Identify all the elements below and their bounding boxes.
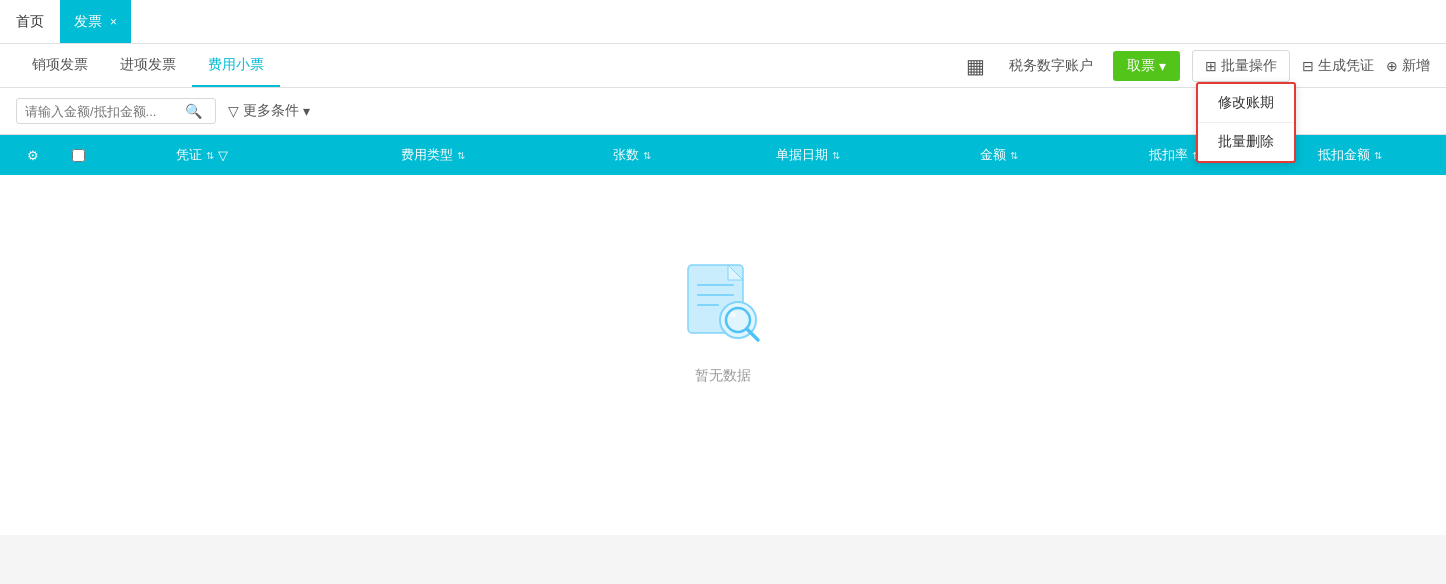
qr-button[interactable]: ▦ [962,50,989,82]
search-icon-button[interactable]: 🔍 [185,103,202,119]
th-date-label: 单据日期 [776,146,828,164]
batch-op-dropdown: 修改账期 批量删除 [1196,82,1296,163]
svg-point-8 [730,312,736,318]
generate-voucher-button[interactable]: ⊟ 生成凭证 [1302,57,1374,75]
batch-op-button[interactable]: ⊞ 批量操作 [1192,50,1290,82]
th-settings: ⚙ [8,148,58,163]
settings-icon: ⚙ [27,148,39,163]
expense-sort-icon[interactable]: ⇅ [457,150,465,161]
th-count-label: 张数 [613,146,639,164]
add-button[interactable]: ⊕ 新增 [1386,57,1430,75]
active-tab[interactable]: 发票 × [60,0,131,43]
main-content: ⚙ 凭证 ⇅ ▽ 费用类型 ⇅ 张数 ⇅ 单据日期 ⇅ 金额 ⇅ 抵扣率 ⇅ [0,135,1446,535]
filter-icon: ▽ [228,103,239,119]
more-conditions-button[interactable]: ▽ 更多条件 ▾ [228,102,310,120]
top-nav: 首页 发票 × [0,0,1446,44]
voucher-filter-icon[interactable]: ▽ [218,148,228,163]
th-rate-label: 抵扣率 [1149,146,1188,164]
th-amount: 金额 ⇅ [912,146,1087,164]
empty-state: 暂无数据 [0,175,1446,425]
generate-label: 生成凭证 [1318,57,1374,75]
batch-delete-item[interactable]: 批量删除 [1198,123,1294,161]
empty-illustration [673,255,773,355]
empty-text: 暂无数据 [695,367,751,385]
th-expense-label: 费用类型 [401,146,453,164]
count-sort-icon[interactable]: ⇅ [643,150,651,161]
qupiao-arrow-icon: ▾ [1159,58,1166,74]
sub-tabs: 销项发票 进项发票 费用小票 [16,44,280,87]
search-input[interactable] [25,104,185,119]
add-icon: ⊕ [1386,58,1398,74]
batch-op-label: 批量操作 [1221,57,1277,75]
home-link[interactable]: 首页 [0,0,60,43]
th-voucher: 凭证 ⇅ ▽ [98,146,305,164]
tab-input[interactable]: 进项发票 [104,44,192,87]
th-amount-label: 金额 [980,146,1006,164]
deduct-sort-icon[interactable]: ⇅ [1374,150,1382,161]
select-all-checkbox[interactable] [72,149,85,162]
action-buttons: ▦ 税务数字账户 取票 ▾ ⊞ 批量操作 ⊟ 生成凭证 ⊕ 新增 [962,50,1430,82]
active-tab-label: 发票 [74,13,102,31]
th-voucher-label: 凭证 [176,146,202,164]
qupiao-button[interactable]: 取票 ▾ [1113,51,1180,81]
tax-account-button[interactable]: 税务数字账户 [1001,53,1101,79]
more-conditions-label: 更多条件 [243,102,299,120]
voucher-sort-icon[interactable]: ⇅ [206,150,214,161]
add-label: 新增 [1402,57,1430,75]
qupiao-label: 取票 [1127,57,1155,75]
close-tab-icon[interactable]: × [110,15,117,29]
tab-sales[interactable]: 销项发票 [16,44,104,87]
amount-sort-icon[interactable]: ⇅ [1010,150,1018,161]
generate-icon: ⊟ [1302,58,1314,74]
th-count: 张数 ⇅ [561,146,705,164]
th-check[interactable] [58,149,98,162]
more-conditions-arrow-icon: ▾ [303,103,310,119]
tab-expense[interactable]: 费用小票 [192,44,280,87]
date-sort-icon[interactable]: ⇅ [832,150,840,161]
batch-icon: ⊞ [1205,58,1217,74]
search-wrap: 🔍 [16,98,216,124]
th-date: 单据日期 ⇅ [704,146,911,164]
th-deduct-label: 抵扣金额 [1318,146,1370,164]
th-expense: 费用类型 ⇅ [305,146,560,164]
modify-period-item[interactable]: 修改账期 [1198,84,1294,122]
